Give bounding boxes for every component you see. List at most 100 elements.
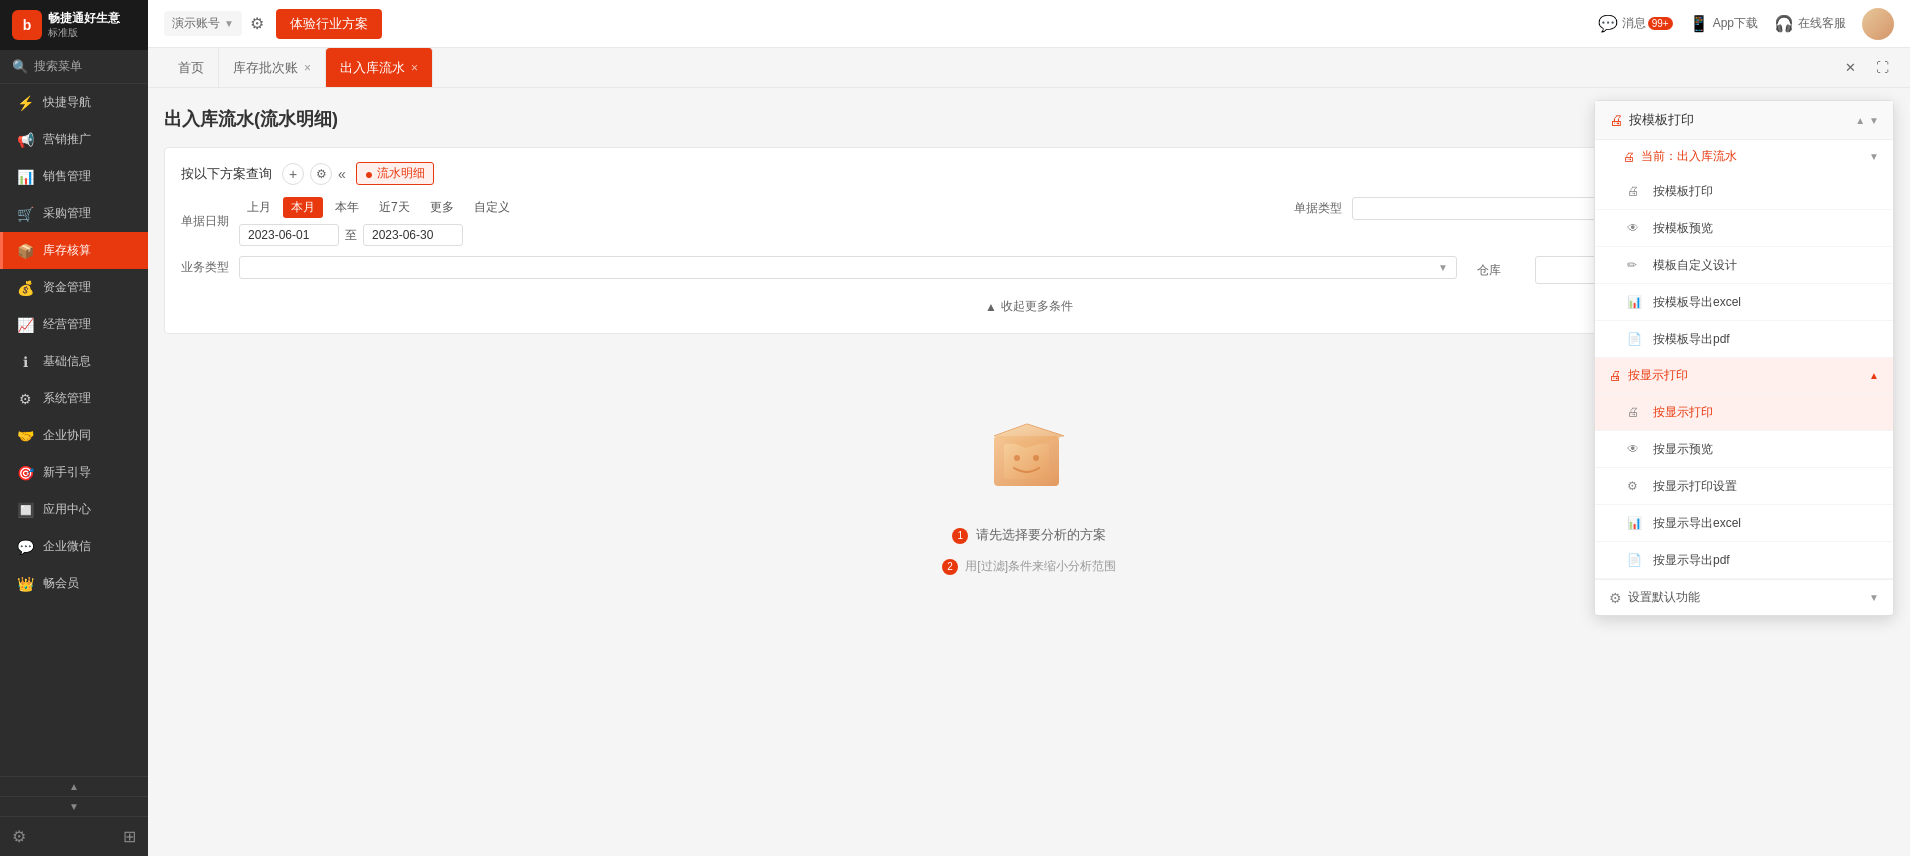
svg-point-2	[1014, 455, 1020, 461]
sidebar-item-app-center[interactable]: 🔲 应用中心	[0, 491, 148, 528]
topbar: 演示账号 ▼ ⚙ 体验行业方案 💬 消息 99+ 📱 App下载 🎧 在线客服	[148, 0, 1910, 48]
dropdown-display-excel-label: 按显示导出excel	[1653, 515, 1741, 532]
sidebar-item-label: 快捷导航	[43, 94, 136, 111]
tab-batch-account[interactable]: 库存批次账 ×	[219, 48, 326, 87]
date-tab-more[interactable]: 更多	[422, 197, 462, 218]
dropdown-item-label: 按模板预览	[1653, 220, 1713, 237]
sidebar-item-guide[interactable]: 🎯 新手引导	[0, 454, 148, 491]
sidebar-scroll-up[interactable]: ▲	[69, 781, 79, 792]
message-button[interactable]: 💬 消息 99+	[1598, 14, 1673, 33]
sidebar-search[interactable]: 🔍 搜索菜单	[0, 50, 148, 84]
tab-maximize-button[interactable]: ⛶	[1870, 56, 1894, 80]
dropdown-display-section[interactable]: 🖨 按显示打印 ▲	[1595, 358, 1893, 394]
dropdown-item-label: 按模板导出pdf	[1653, 331, 1730, 348]
footer-gear-icon[interactable]: ⚙	[12, 827, 26, 846]
dropdown-item-template-excel[interactable]: 📊 按模板导出excel	[1595, 284, 1893, 321]
dropdown-item-display-print-settings[interactable]: ⚙ 按显示打印设置	[1595, 468, 1893, 505]
close-all-icon: ✕	[1845, 60, 1856, 75]
user-name: 演示账号	[172, 15, 220, 32]
svg-point-3	[1033, 455, 1039, 461]
dropdown-item-template-custom[interactable]: ✏ 模板自定义设计	[1595, 247, 1893, 284]
dropdown-up-arrow[interactable]: ▲	[1855, 115, 1865, 126]
filter-settings-button[interactable]: ⚙	[310, 163, 332, 185]
dropdown-down-arrow[interactable]: ▼	[1869, 115, 1879, 126]
sidebar-scroll-down[interactable]: ▼	[69, 801, 79, 812]
sidebar-item-label: 基础信息	[43, 353, 136, 370]
dropdown-item-display-pdf[interactable]: 📄 按显示导出pdf	[1595, 542, 1893, 579]
date-range: 至	[239, 224, 1274, 246]
sidebar-item-finance[interactable]: 💰 资金管理	[0, 269, 148, 306]
date-tab-prev-month[interactable]: 上月	[239, 197, 279, 218]
online-service-button[interactable]: 🎧 在线客服	[1774, 14, 1846, 33]
dropdown-item-display-print[interactable]: 🖨 按显示打印	[1595, 394, 1893, 431]
print-dropdown-panel: 🖨 按模板打印 ▲ ▼ 🖨 当前：出入库流水 ▼ 🖨 按模板打印 👁 按模板预览…	[1594, 100, 1894, 616]
trial-button[interactable]: 体验行业方案	[276, 9, 382, 39]
sidebar-item-inventory[interactable]: 📦 库存核算	[0, 232, 148, 269]
dropdown-header-label: 按模板打印	[1629, 111, 1694, 129]
sidebar-item-operations[interactable]: 📈 经营管理	[0, 306, 148, 343]
empty-state-icon	[979, 406, 1079, 506]
sidebar-item-wechat[interactable]: 💬 企业微信	[0, 528, 148, 565]
topbar-gear-icon[interactable]: ⚙	[250, 14, 264, 33]
date-tab-last-7-days[interactable]: 近7天	[371, 197, 418, 218]
avatar-image	[1862, 8, 1894, 40]
app-download-button[interactable]: 📱 App下载	[1689, 14, 1758, 33]
sidebar-item-sales[interactable]: 📊 销售管理	[0, 158, 148, 195]
app-center-icon: 🔲	[15, 502, 35, 518]
dropdown-item-display-preview[interactable]: 👁 按显示预览	[1595, 431, 1893, 468]
dropdown-display-preview-label: 按显示预览	[1653, 441, 1713, 458]
tab-home-label: 首页	[178, 59, 204, 77]
sidebar-item-purchase[interactable]: 🛒 采购管理	[0, 195, 148, 232]
dropdown-item-display-excel[interactable]: 📊 按显示导出excel	[1595, 505, 1893, 542]
sidebar-item-vip[interactable]: 👑 畅会员	[0, 565, 148, 602]
dropdown-display-settings-label: 按显示打印设置	[1653, 478, 1737, 495]
dropdown-display-preview-icon: 👁	[1627, 440, 1645, 458]
tab-home[interactable]: 首页	[164, 48, 219, 87]
tab-close-all-button[interactable]: ✕	[1838, 56, 1862, 80]
tab-inout-flow[interactable]: 出入库流水 ×	[326, 48, 433, 87]
sidebar-item-basic-info[interactable]: ℹ 基础信息	[0, 343, 148, 380]
sidebar-item-quick-nav[interactable]: ⚡ 快捷导航	[0, 84, 148, 121]
business-type-select[interactable]: ▼	[239, 256, 1457, 279]
sidebar-item-system[interactable]: ⚙ 系统管理	[0, 380, 148, 417]
date-tab-custom[interactable]: 自定义	[466, 197, 518, 218]
dropdown-footer-arrow: ▼	[1869, 592, 1879, 603]
dropdown-item-label: 按模板导出excel	[1653, 294, 1741, 311]
filter-active-label: 流水明细	[377, 165, 425, 182]
user-area[interactable]: 演示账号 ▼	[164, 11, 242, 36]
tab-inout-close-icon[interactable]: ×	[411, 61, 418, 75]
date-to-input[interactable]	[363, 224, 463, 246]
date-tab-this-year[interactable]: 本年	[327, 197, 367, 218]
dropdown-print-icon: 🖨	[1609, 112, 1623, 128]
filter-active-tag: ● 流水明细	[356, 162, 434, 185]
sidebar-item-label: 系统管理	[43, 390, 136, 407]
collapse-button[interactable]: ▲ 收起更多条件	[973, 294, 1085, 319]
sidebar-item-label: 销售管理	[43, 168, 136, 185]
filter-add-button[interactable]: +	[282, 163, 304, 185]
empty-text-2: 2 用[过滤]条件来缩小分析范围	[942, 558, 1116, 575]
sidebar-item-label: 畅会员	[43, 575, 136, 592]
dropdown-item-template-preview[interactable]: 👁 按模板预览	[1595, 210, 1893, 247]
dropdown-current-item[interactable]: 🖨 当前：出入库流水 ▼	[1595, 140, 1893, 173]
sidebar-item-label: 企业协同	[43, 427, 136, 444]
dropdown-item-template-print[interactable]: 🖨 按模板打印	[1595, 173, 1893, 210]
message-icon: 💬	[1598, 14, 1618, 33]
dropdown-display-pdf-icon: 📄	[1627, 551, 1645, 569]
filter-business-type-item: 业务类型 ▼	[181, 256, 1457, 279]
bill-type-label: 单据类型	[1294, 200, 1344, 217]
dropdown-footer-label: 设置默认功能	[1628, 589, 1700, 606]
date-tab-current-month[interactable]: 本月	[283, 197, 323, 218]
filter-collapse-button[interactable]: «	[338, 166, 346, 182]
dropdown-item-template-pdf[interactable]: 📄 按模板导出pdf	[1595, 321, 1893, 358]
sales-icon: 📊	[15, 169, 35, 185]
sidebar-item-enterprise[interactable]: 🤝 企业协同	[0, 417, 148, 454]
user-avatar[interactable]	[1862, 8, 1894, 40]
footer-toggle-icon[interactable]: ⊞	[123, 827, 136, 846]
tab-batch-close-icon[interactable]: ×	[304, 61, 311, 75]
sidebar-logo: b 畅捷通好生意 标准版	[0, 0, 148, 50]
date-from-input[interactable]	[239, 224, 339, 246]
sidebar-item-marketing[interactable]: 📢 营销推广	[0, 121, 148, 158]
dropdown-footer[interactable]: ⚙ 设置默认功能 ▼	[1595, 579, 1893, 615]
user-chevron-icon: ▼	[224, 18, 234, 29]
dropdown-display-pdf-label: 按显示导出pdf	[1653, 552, 1730, 569]
